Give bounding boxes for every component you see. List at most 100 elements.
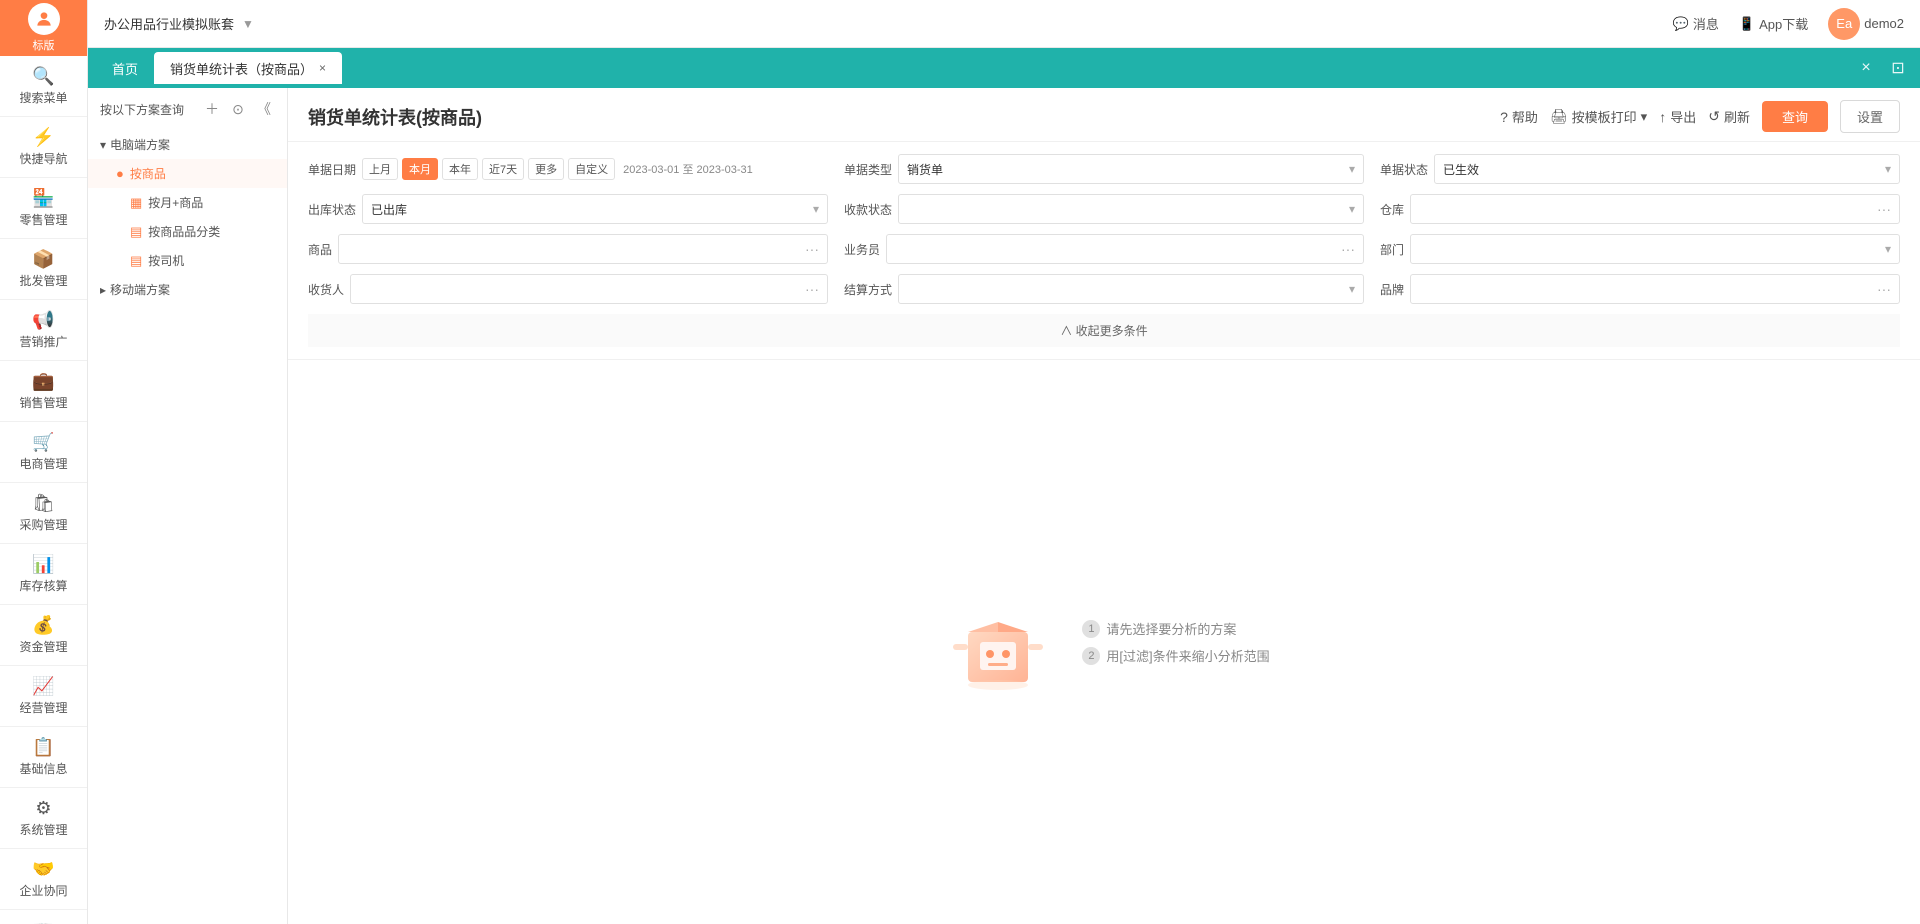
sidebar-item-guide[interactable]: 📖 新手引导 <box>0 910 87 924</box>
storage-status-label: 出库状态 <box>308 201 356 218</box>
sidebar-item-operation[interactable]: 📈 经营管理 <box>0 666 87 727</box>
date-btn-7days[interactable]: 近7天 <box>482 158 524 180</box>
sidebar-item-quick-nav[interactable]: ⚡ 快捷导航 <box>0 117 87 178</box>
app-download-btn[interactable]: 📱 App下载 <box>1739 14 1808 33</box>
collapse-label: ∧ 收起更多条件 <box>1060 322 1147 339</box>
tree-item-label: 按司机 <box>148 252 184 269</box>
sidebar-item-inventory[interactable]: 📊 库存核算 <box>0 544 87 605</box>
warehouse-ellipsis[interactable]: ··· <box>1877 201 1891 217</box>
tree-item-by-cashier[interactable]: ▤ 按司机 <box>88 246 287 275</box>
tab-restore-btn[interactable]: ⊡ <box>1884 54 1912 82</box>
sidebar-item-purchase[interactable]: 🛍 采购管理 <box>0 483 87 544</box>
sidebar-item-ecommerce[interactable]: 🛒 电商管理 <box>0 422 87 483</box>
date-btn-custom[interactable]: 自定义 <box>568 158 615 180</box>
dot-icon: ● <box>116 166 124 181</box>
payment-status-select[interactable]: ▾ <box>898 194 1364 224</box>
logo-icon <box>28 3 60 35</box>
doc-type-chevron: ▾ <box>1349 162 1355 176</box>
sidebar-item-retail[interactable]: 🏪 零售管理 <box>0 178 87 239</box>
user-profile[interactable]: Ea demo2 <box>1828 8 1904 40</box>
content-wrapper: 按以下方案查询 ＋ ⊙ 《 ▾ 电脑端方案 ● 按商品 <box>88 88 1920 924</box>
doc-status-select[interactable]: 已生效 ▾ <box>1434 154 1900 184</box>
empty-tip-1: 1 请先选择要分析的方案 <box>1082 619 1269 638</box>
briefcase-icon: 💼 <box>32 371 54 392</box>
recipient-select[interactable]: ··· <box>350 274 828 304</box>
department-select[interactable]: ▾ <box>1410 234 1900 264</box>
salesperson-ellipsis[interactable]: ··· <box>1341 241 1355 257</box>
empty-tip-1-text: 请先选择要分析的方案 <box>1106 619 1236 638</box>
grid-small-icon: ▦ <box>130 195 142 211</box>
main-area: 办公用品行业模拟账套 ▼ 💬 消息 📱 App下载 Ea demo2 首页 <box>88 0 1920 924</box>
warehouse-select[interactable]: ··· <box>1410 194 1900 224</box>
recipient-label: 收货人 <box>308 281 344 298</box>
phone-icon: 📱 <box>1739 16 1755 32</box>
header-left: 办公用品行业模拟账套 ▼ <box>104 14 254 33</box>
sidebar-item-label: 经营管理 <box>19 699 67 716</box>
filter-payment-status: 收款状态 ▾ <box>844 194 1364 224</box>
set-button[interactable]: 设置 <box>1840 100 1900 133</box>
desktop-scheme-header[interactable]: ▾ 电脑端方案 <box>88 130 287 159</box>
export-btn[interactable]: ↑ 导出 <box>1659 107 1696 126</box>
template-print-label: 按模板打印 <box>1572 107 1637 126</box>
date-btn-last-month[interactable]: 上月 <box>362 158 398 180</box>
sidebar-item-finance[interactable]: 💰 资金管理 <box>0 605 87 666</box>
brand-ellipsis[interactable]: ··· <box>1877 281 1891 297</box>
tree-item-by-product[interactable]: ● 按商品 <box>88 159 287 188</box>
tab-close-btn[interactable]: × <box>319 61 326 75</box>
tip-num-2: 2 <box>1082 647 1100 665</box>
sidebar-item-wholesale[interactable]: 📦 批发管理 <box>0 239 87 300</box>
search-icon: 🔍 <box>32 66 54 87</box>
sidebar-item-marketing[interactable]: 📢 营销推广 <box>0 300 87 361</box>
header-dropdown-btn[interactable]: ▼ <box>242 17 254 31</box>
payment-method-select[interactable]: ▾ <box>898 274 1364 304</box>
sidebar-item-label: 销售管理 <box>19 394 67 411</box>
sidebar-item-sales[interactable]: 💼 销售管理 <box>0 361 87 422</box>
filter-department: 部门 ▾ <box>1380 234 1900 264</box>
sidebar-item-label: 营销推广 <box>19 333 67 350</box>
message-btn[interactable]: 💬 消息 <box>1673 14 1719 33</box>
filter-payment-method: 结算方式 ▾ <box>844 274 1364 304</box>
filter-salesperson: 业务员 ··· <box>844 234 1364 264</box>
edit-scheme-btn[interactable]: ⊙ <box>227 98 249 120</box>
tab-sales-stats[interactable]: 销货单统计表（按商品） × <box>154 52 342 84</box>
tree-item-by-product-cat[interactable]: ▤ 按商品品分类 <box>88 217 287 246</box>
sidebar-item-search[interactable]: 🔍 搜索菜单 <box>0 56 87 117</box>
sidebar-item-label: 资金管理 <box>19 638 67 655</box>
tree-item-by-month-product[interactable]: ▦ 按月+商品 <box>88 188 287 217</box>
clipboard-icon: 📋 <box>32 737 54 758</box>
storage-status-select[interactable]: 已出库 ▾ <box>362 194 828 224</box>
print-icon: 🖨 <box>1550 108 1568 125</box>
doc-type-select[interactable]: 销货单 ▾ <box>898 154 1364 184</box>
sidebar-item-enterprise[interactable]: 🤝 企业协同 <box>0 849 87 910</box>
collapse-filter-btn[interactable]: ∧ 收起更多条件 <box>308 314 1900 347</box>
refresh-btn[interactable]: ↺ 刷新 <box>1708 107 1750 126</box>
date-btn-this-year[interactable]: 本年 <box>442 158 478 180</box>
query-button[interactable]: 查询 <box>1762 101 1828 132</box>
date-btn-more[interactable]: 更多 <box>528 158 564 180</box>
storage-status-chevron: ▾ <box>813 202 819 216</box>
empty-tip-2-text: 用[过滤]条件来缩小分析范围 <box>1106 646 1269 665</box>
tab-home[interactable]: 首页 <box>96 52 154 84</box>
filter-brand: 品牌 ··· <box>1380 274 1900 304</box>
add-scheme-btn[interactable]: ＋ <box>201 98 223 120</box>
recipient-ellipsis[interactable]: ··· <box>805 281 819 297</box>
product-select[interactable]: ··· <box>338 234 828 264</box>
help-icon: ? <box>1500 109 1508 125</box>
top-header: 办公用品行业模拟账套 ▼ 💬 消息 📱 App下载 Ea demo2 <box>88 0 1920 48</box>
chevron-down-icon: ▾ <box>100 138 106 152</box>
salesperson-select[interactable]: ··· <box>886 234 1364 264</box>
sidebar-item-system[interactable]: ⚙ 系统管理 <box>0 788 87 849</box>
mobile-scheme-header[interactable]: ▸ 移动端方案 <box>88 275 287 304</box>
collapse-panel-btn[interactable]: 《 <box>253 98 275 120</box>
product-ellipsis[interactable]: ··· <box>805 241 819 257</box>
tab-close-all-btn[interactable]: × <box>1852 54 1880 82</box>
brand-select[interactable]: ··· <box>1410 274 1900 304</box>
sidebar-item-basic[interactable]: 📋 基础信息 <box>0 727 87 788</box>
payment-status-chevron: ▾ <box>1349 202 1355 216</box>
date-btn-this-month[interactable]: 本月 <box>402 158 438 180</box>
filter-recipient: 收货人 ··· <box>308 274 828 304</box>
help-btn[interactable]: ? 帮助 <box>1500 107 1538 126</box>
template-print-btn[interactable]: 🖨 按模板打印 ▾ <box>1550 107 1647 126</box>
desktop-scheme-label: 电脑端方案 <box>110 136 170 153</box>
brand-label: 品牌 <box>1380 281 1404 298</box>
